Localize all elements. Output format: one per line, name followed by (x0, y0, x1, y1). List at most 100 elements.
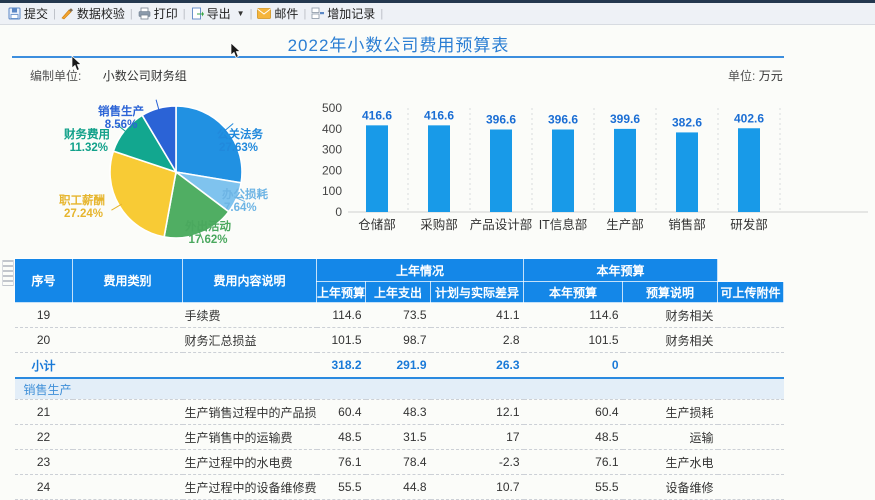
data-validate-button[interactable]: 数据校验 (57, 5, 129, 22)
bar-value-label: 402.6 (734, 111, 764, 125)
bar-生产部 (614, 129, 636, 212)
toolbar: 提交 | 数据校验 | 打印 | 导出 ▼ | 邮件 | (0, 3, 875, 25)
prepared-by-value: 小数公司财务组 (103, 69, 187, 83)
cell: 48.5 (524, 425, 623, 450)
validate-icon (61, 7, 74, 20)
bar-销售部 (676, 132, 698, 212)
toolbar-separator: | (303, 8, 306, 20)
cell: 生产水电 (623, 450, 718, 475)
cell: 55.5 (524, 475, 623, 500)
cell: 48.3 (366, 400, 431, 425)
pie-percentage: 8.56% (105, 119, 138, 131)
cell: 76.1 (317, 450, 366, 475)
cell: 手续费 (183, 303, 317, 328)
x-axis-category: 销售部 (668, 217, 706, 232)
add-record-button[interactable]: 增加记录 (307, 5, 379, 22)
bar-仓储部 (366, 125, 388, 212)
cell (718, 303, 784, 328)
unit-label: 单位: (728, 69, 755, 83)
pie-percentage: 27.24% (64, 208, 103, 220)
mail-label: 邮件 (274, 5, 298, 22)
cell: 114.6 (524, 303, 623, 328)
chevron-down-icon[interactable]: ▼ (237, 9, 245, 18)
cell: 生产销售中的运输费 (183, 425, 317, 450)
print-icon (138, 7, 151, 20)
cell (73, 450, 183, 475)
add-record-label: 增加记录 (327, 5, 375, 22)
cell: 生产过程中的水电费 (183, 450, 317, 475)
cell (73, 303, 183, 328)
page-title: 2022年小数公司费用预算表 (14, 31, 783, 56)
cell: 12.1 (431, 400, 524, 425)
cell (73, 328, 183, 353)
cell: 48.5 (317, 425, 366, 450)
col-header-this-budget: 本年预算 (524, 282, 623, 303)
pie-chart: 公关法务27.63%办公损耗7.64%外出活动17.62%职工薪酬27.24%财… (15, 90, 315, 256)
data-validate-label: 数据校验 (77, 5, 125, 22)
cell: 101.5 (317, 328, 366, 353)
table-row: 21生产销售过程中的产品损耗费用60.448.312.160.4生产损耗 (15, 400, 784, 425)
col-header-variance: 计划与实际差异 (431, 282, 524, 303)
bar-value-label: 396.6 (548, 113, 578, 127)
pie-label: 公关法务 (217, 127, 263, 141)
cell: 76.1 (524, 450, 623, 475)
x-axis-category: 采购部 (420, 217, 458, 232)
unit: 单位: 万元 (728, 67, 783, 84)
cell: 0 (524, 353, 623, 379)
unit-value: 万元 (759, 69, 783, 83)
cell: 41.1 (431, 303, 524, 328)
cell (718, 400, 784, 425)
col-group-last-year: 上年情况 (317, 259, 524, 282)
print-button[interactable]: 打印 (134, 5, 182, 22)
col-header-seq: 序号 (15, 259, 73, 303)
save-icon (8, 7, 21, 20)
cell: 23 (15, 450, 73, 475)
y-axis-tick: 500 (322, 101, 342, 115)
cell (718, 475, 784, 500)
toolbar-separator: | (250, 8, 253, 20)
cell: 73.5 (366, 303, 431, 328)
table-row: 24生产过程中的设备维修费55.544.810.755.5设备维修 (15, 475, 784, 500)
cell: 78.4 (366, 450, 431, 475)
bar-chart: 0100200300400500416.6仓储部416.6采购部396.6产品设… (308, 92, 873, 254)
table-header: 序号 费用类别 费用内容说明 上年情况 本年预算 上年预算 上年支出 计划与实际… (15, 259, 784, 303)
cell: 生产损耗 (623, 400, 718, 425)
col-header-description: 费用内容说明 (183, 259, 317, 303)
cell (73, 400, 183, 425)
col-header-last-spend: 上年支出 (366, 282, 431, 303)
y-axis-tick: 300 (322, 143, 342, 157)
bar-value-label: 382.6 (672, 115, 702, 129)
x-axis-category: 仓储部 (358, 217, 396, 232)
col-header-attachment: 可上传附件 (718, 282, 784, 303)
cell: -2.3 (431, 450, 524, 475)
submit-button[interactable]: 提交 (4, 5, 52, 22)
drag-grip-icon[interactable] (2, 260, 14, 286)
mail-icon (257, 8, 271, 19)
x-axis-category: 产品设计部 (470, 217, 533, 232)
cell: 财务相关 (623, 328, 718, 353)
pie-percentage: 17.62% (188, 234, 227, 246)
cell: 98.7 (366, 328, 431, 353)
cell (623, 353, 718, 379)
toolbar-separator: | (380, 8, 383, 20)
print-label: 打印 (154, 5, 178, 22)
cell: 291.9 (366, 353, 431, 379)
cell: 26.3 (431, 353, 524, 379)
bar-value-label: 416.6 (362, 108, 392, 122)
export-button[interactable]: 导出 ▼ (187, 5, 249, 22)
cell: 2.8 (431, 328, 524, 353)
cell (183, 353, 317, 379)
cell: 运输 (623, 425, 718, 450)
cell (718, 353, 784, 379)
subtotal-row: 小计318.2291.926.30 (15, 353, 784, 379)
x-axis-category: 研发部 (730, 217, 768, 232)
cell (73, 475, 183, 500)
cell: 19 (15, 303, 73, 328)
y-axis-tick: 200 (322, 163, 342, 177)
mail-button[interactable]: 邮件 (253, 5, 302, 22)
cell (73, 425, 183, 450)
toolbar-separator: | (130, 8, 133, 20)
budget-table: 序号 费用类别 费用内容说明 上年情况 本年预算 上年预算 上年支出 计划与实际… (14, 258, 784, 500)
cell: 114.6 (317, 303, 366, 328)
col-header-budget-note: 预算说明 (623, 282, 718, 303)
